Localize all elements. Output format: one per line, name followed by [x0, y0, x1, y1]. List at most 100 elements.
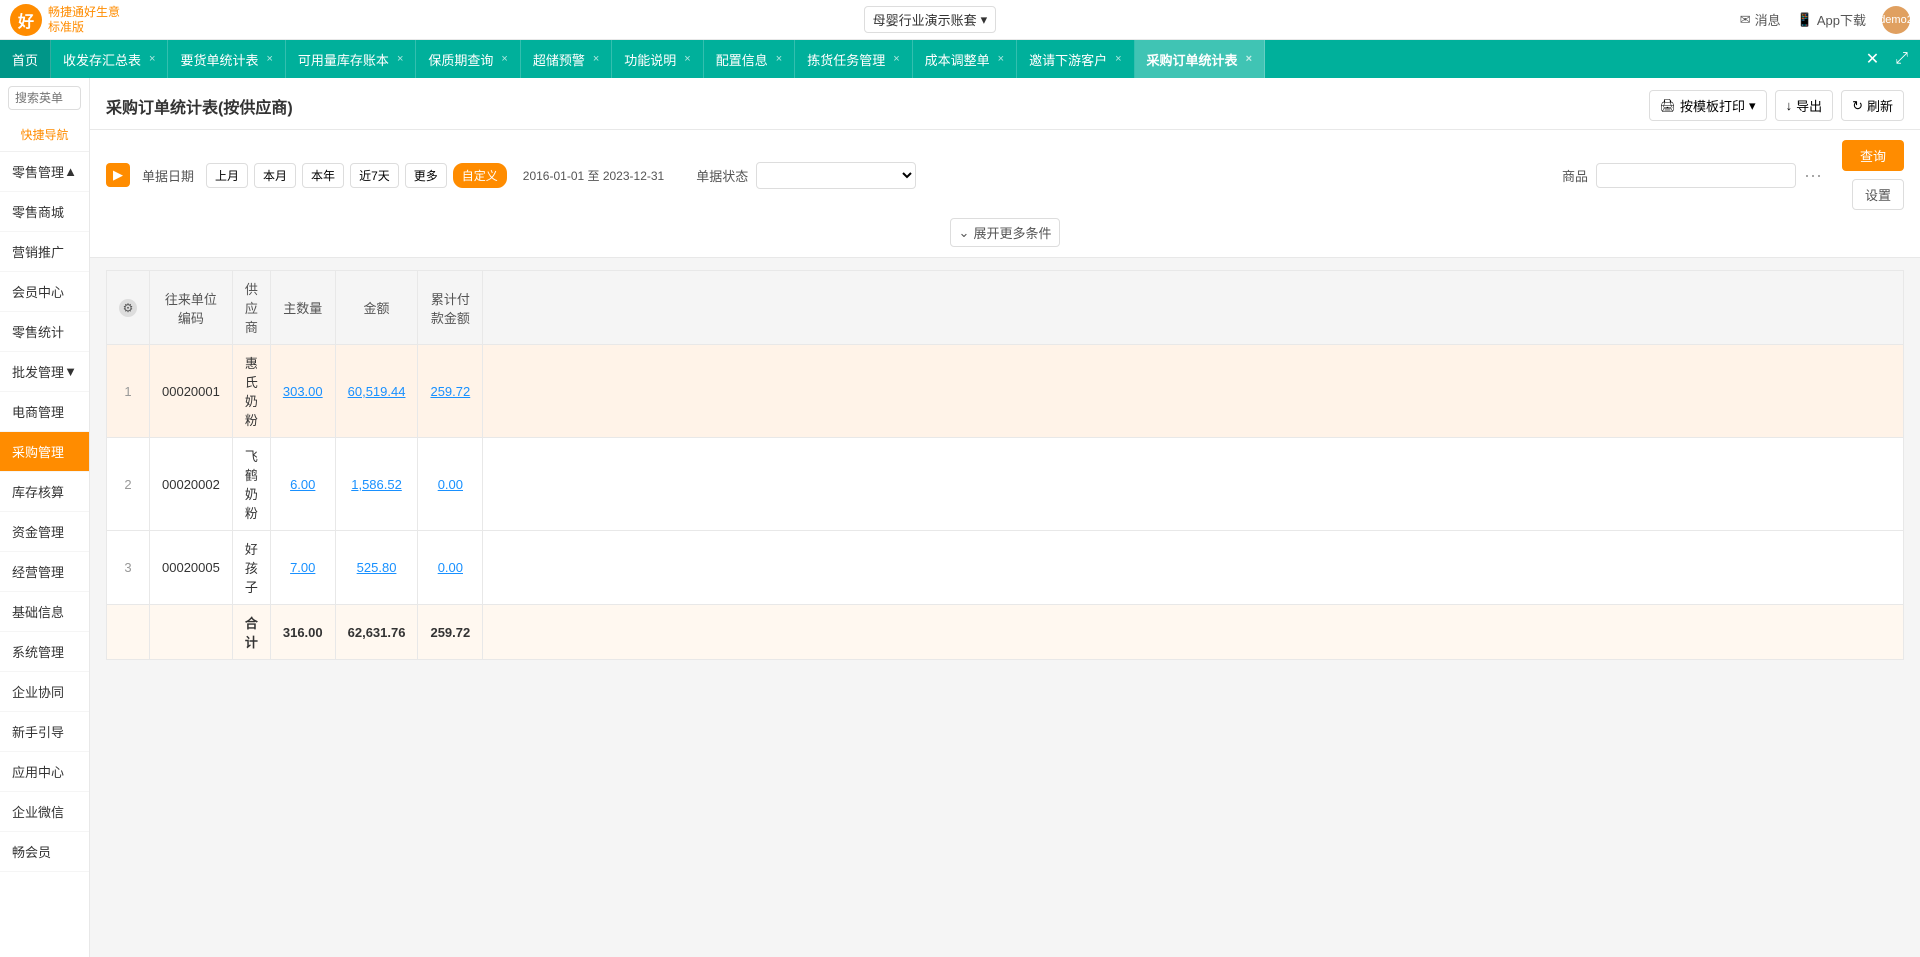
sidebar-item-wholesale[interactable]: 批发管理 ▼: [0, 352, 89, 392]
refresh-button[interactable]: ↻ 刷新: [1841, 90, 1904, 121]
close-tab-3[interactable]: ×: [501, 53, 507, 65]
export-icon: ↓: [1786, 98, 1793, 113]
sidebar-item-marketing[interactable]: 营销推广: [0, 232, 89, 272]
date-btn-more[interactable]: 更多: [405, 163, 447, 188]
close-tab-1[interactable]: ×: [266, 53, 272, 65]
print-button[interactable]: 🖨 按模板打印 ▾: [1649, 90, 1767, 121]
sidebar-item-finance[interactable]: 资金管理: [0, 512, 89, 552]
page-title: 采购订单统计表(按供应商): [106, 94, 293, 118]
workspace-selector[interactable]: 母婴行业演示账套 ▾: [864, 6, 997, 33]
expand-icon: ⌄: [959, 225, 970, 241]
close-tab-6[interactable]: ×: [776, 53, 782, 65]
logo-text: 畅捷通好生意 标准版: [48, 5, 120, 34]
sidebar-item-retail-stats[interactable]: 零售统计: [0, 312, 89, 352]
close-tab-4[interactable]: ×: [593, 53, 599, 65]
sidebar-item-stock[interactable]: 库存核算: [0, 472, 89, 512]
footer-label: 合计: [232, 605, 270, 660]
content-area: 采购订单统计表(按供应商) 🖨 按模板打印 ▾ ↓ 导出 ↻ 刷新: [90, 78, 1920, 957]
search-input[interactable]: [8, 86, 81, 110]
row-paid[interactable]: 0.00: [418, 531, 483, 605]
export-button[interactable]: ↓ 导出: [1775, 90, 1834, 121]
chevron-down-icon: ▾: [981, 12, 988, 28]
sidebar-shortcut[interactable]: 快捷导航: [0, 118, 89, 152]
footer-amount: 62,631.76: [335, 605, 418, 660]
tab-9[interactable]: 邀请下游客户 ×: [1017, 40, 1134, 78]
sidebar-item-wechat[interactable]: 企业微信: [0, 792, 89, 832]
close-all-tabs-btn[interactable]: ✕: [1862, 47, 1883, 71]
toggle-filter-btn[interactable]: ▶: [106, 163, 130, 187]
sidebar-item-app-center[interactable]: 应用中心: [0, 752, 89, 792]
close-tab-7[interactable]: ×: [893, 53, 899, 65]
status-label: 单据状态: [696, 166, 748, 185]
status-select[interactable]: [756, 162, 916, 189]
table-footer-row: 合计 316.00 62,631.76 259.72: [107, 605, 1904, 660]
date-btn-custom[interactable]: 自定义: [453, 163, 507, 188]
goods-input[interactable]: [1596, 163, 1796, 188]
query-button[interactable]: 查询: [1842, 140, 1904, 171]
sidebar-item-system[interactable]: 系统管理: [0, 632, 89, 672]
row-paid[interactable]: 0.00: [418, 438, 483, 531]
filter-area: ▶ 单据日期 上月 本月 本年 近7天 更多 自定义 2016-01-01 至 …: [90, 130, 1920, 258]
row-paid[interactable]: 259.72: [418, 345, 483, 438]
sidebar-item-retail-shop[interactable]: 零售商城: [0, 192, 89, 232]
tab-10[interactable]: 采购订单统计表 ×: [1135, 40, 1265, 78]
row-amount[interactable]: 1,586.52: [335, 438, 418, 531]
avatar[interactable]: demo2: [1882, 6, 1910, 34]
page-header: 采购订单统计表(按供应商) 🖨 按模板打印 ▾ ↓ 导出 ↻ 刷新: [90, 78, 1920, 130]
tab-2[interactable]: 可用量库存账本 ×: [286, 40, 416, 78]
tab-3[interactable]: 保质期查询 ×: [416, 40, 520, 78]
close-tab-9[interactable]: ×: [1115, 53, 1121, 65]
tab-4[interactable]: 超储预警 ×: [521, 40, 612, 78]
close-tab-8[interactable]: ×: [998, 53, 1004, 65]
date-btn-this-year[interactable]: 本年: [302, 163, 344, 188]
table-settings-icon[interactable]: ⚙: [119, 299, 137, 317]
refresh-icon: ↻: [1852, 98, 1863, 114]
sidebar-item-member[interactable]: 会员中心: [0, 272, 89, 312]
close-tab-5[interactable]: ×: [684, 53, 690, 65]
logo-icon: 好: [10, 4, 42, 36]
close-tab-10[interactable]: ×: [1246, 53, 1252, 65]
row-code: 00020002: [150, 438, 233, 531]
tab-home[interactable]: 首页: [0, 40, 51, 78]
more-options-icon[interactable]: ···: [1804, 165, 1822, 186]
col-code: 往来单位编码: [150, 271, 233, 345]
message-btn[interactable]: ✉ 消息: [1740, 10, 1781, 29]
logo-area: 好 畅捷通好生意 标准版: [10, 4, 120, 36]
table-row: 1 00020001 惠氏奶粉 303.00 60,519.44 259.72: [107, 345, 1904, 438]
sidebar-item-guide[interactable]: 新手引导: [0, 712, 89, 752]
tab-6[interactable]: 配置信息 ×: [704, 40, 795, 78]
sidebar-item-purchase[interactable]: 采购管理: [0, 432, 89, 472]
tab-7[interactable]: 拣货任务管理 ×: [795, 40, 912, 78]
tab-1[interactable]: 要货单统计表 ×: [168, 40, 285, 78]
tab-8[interactable]: 成本调整单 ×: [913, 40, 1017, 78]
row-num: 3: [107, 531, 150, 605]
row-supplier: 惠氏奶粉: [232, 345, 270, 438]
row-amount[interactable]: 60,519.44: [335, 345, 418, 438]
row-num: 2: [107, 438, 150, 531]
row-qty[interactable]: 7.00: [270, 531, 335, 605]
date-btn-7days[interactable]: 近7天: [350, 163, 399, 188]
row-qty[interactable]: 303.00: [270, 345, 335, 438]
settings-button[interactable]: 设置: [1852, 179, 1904, 210]
top-right: ✉ 消息 📱 App下载 demo2: [1740, 6, 1910, 34]
table-header-row: ⚙ 往来单位编码 供应商 主数量 金额 累计付款金额: [107, 271, 1904, 345]
sidebar-item-operation[interactable]: 经营管理: [0, 552, 89, 592]
close-tab-2[interactable]: ×: [397, 53, 403, 65]
date-btn-this-month[interactable]: 本月: [254, 163, 296, 188]
maximize-btn[interactable]: ⤢: [1891, 48, 1912, 70]
tab-5[interactable]: 功能说明 ×: [612, 40, 703, 78]
sidebar-item-retail-mgmt[interactable]: 零售管理 ▲: [0, 152, 89, 192]
sidebar-item-member2[interactable]: 畅会员: [0, 832, 89, 872]
tab-0[interactable]: 收发存汇总表 ×: [51, 40, 168, 78]
sidebar-item-ecommerce[interactable]: 电商管理: [0, 392, 89, 432]
expand-more-btn[interactable]: ⌄ 展开更多条件: [950, 218, 1061, 247]
col-supplier: 供应商: [232, 271, 270, 345]
sidebar-item-basic-info[interactable]: 基础信息: [0, 592, 89, 632]
sidebar-item-collab[interactable]: 企业协同: [0, 672, 89, 712]
row-qty[interactable]: 6.00: [270, 438, 335, 531]
close-tab-0[interactable]: ×: [149, 53, 155, 65]
app-download-btn[interactable]: 📱 App下载: [1797, 10, 1866, 29]
row-amount[interactable]: 525.80: [335, 531, 418, 605]
date-btn-last-month[interactable]: 上月: [206, 163, 248, 188]
row-supplier: 飞鹤奶粉: [232, 438, 270, 531]
